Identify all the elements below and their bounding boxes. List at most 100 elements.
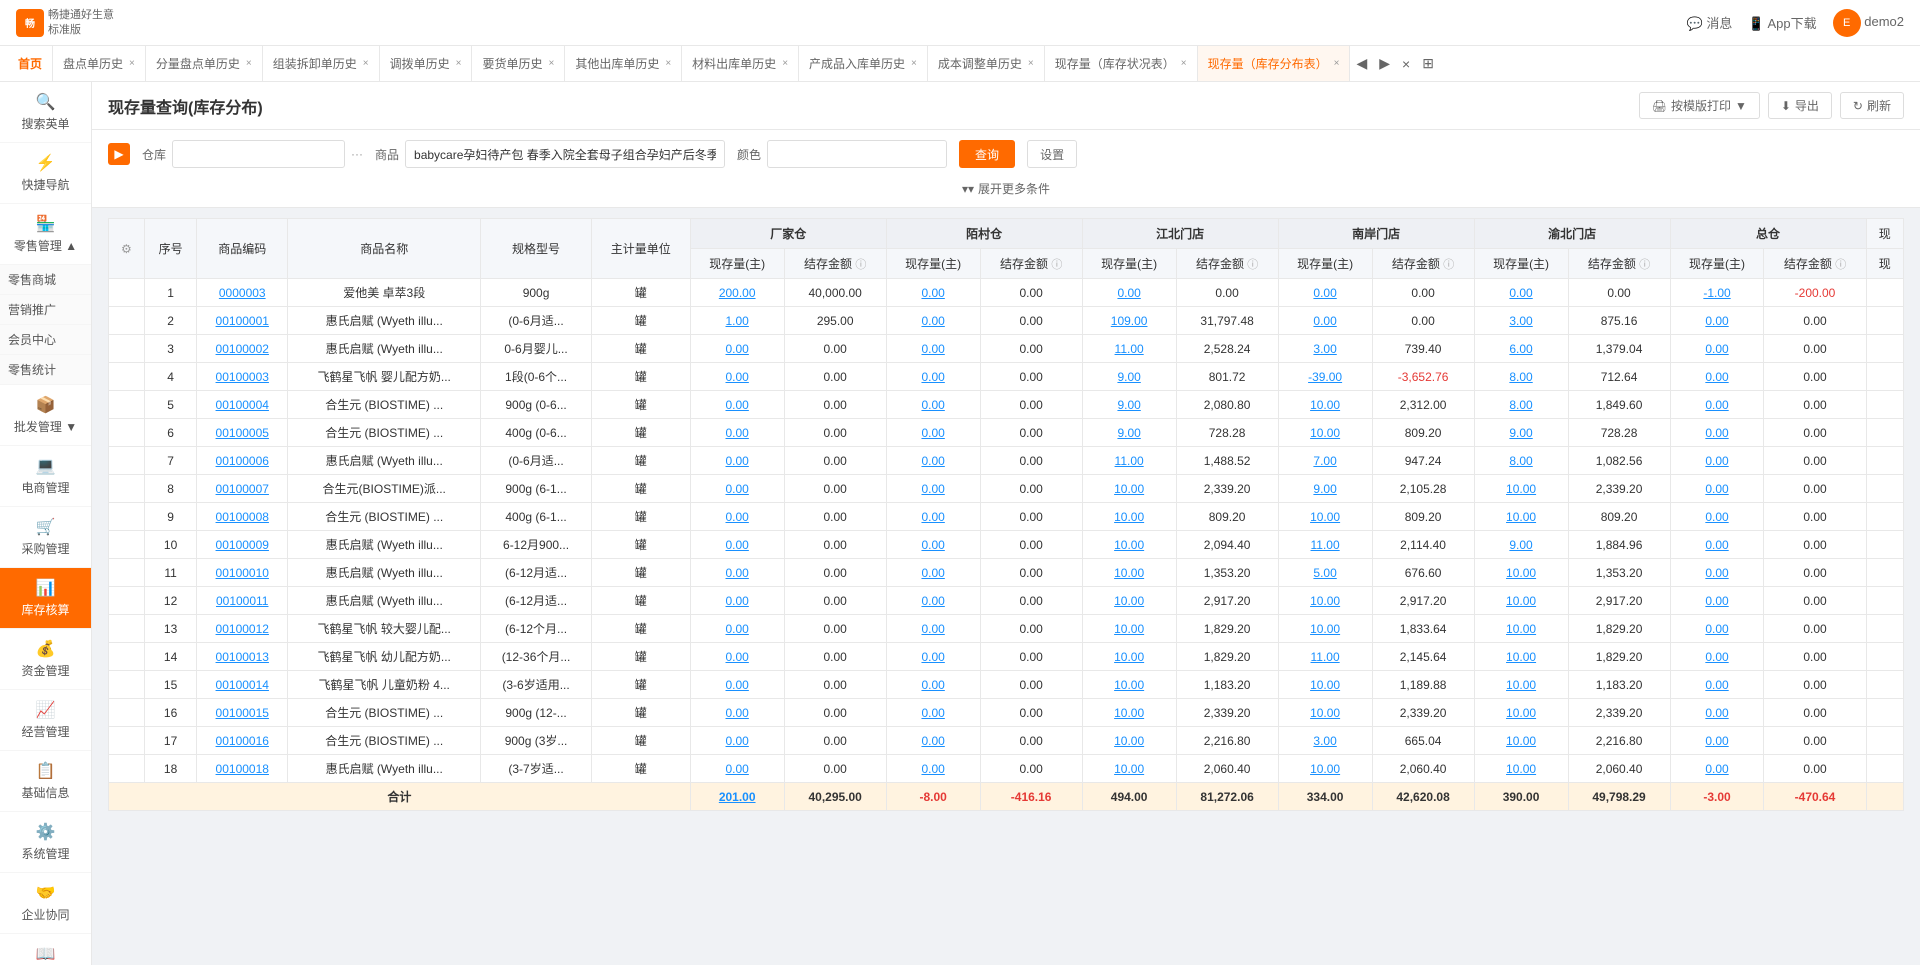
sidebar-sub-retail-store[interactable]: 零售商城 xyxy=(0,265,91,295)
cell-t-qty[interactable]: -1.00 xyxy=(1670,279,1764,307)
cell-code[interactable]: 00100002 xyxy=(197,335,288,363)
cell-f-qty[interactable]: 0.00 xyxy=(690,391,784,419)
cell-code[interactable]: 00100012 xyxy=(197,615,288,643)
cell-na-qty[interactable]: 10.00 xyxy=(1278,671,1372,699)
cell-m-qty[interactable]: 0.00 xyxy=(886,671,980,699)
btn-print[interactable]: 🖨 按模版打印 ▼ xyxy=(1639,92,1760,119)
cell-code[interactable]: 00100003 xyxy=(197,363,288,391)
cell-yb-qty[interactable]: 10.00 xyxy=(1474,699,1568,727)
cell-t-qty[interactable]: 0.00 xyxy=(1670,419,1764,447)
tab-current-stock-dist[interactable]: 现存量（库存分布表） × xyxy=(1198,46,1351,82)
cell-t-qty[interactable]: 0.00 xyxy=(1670,699,1764,727)
cell-m-qty[interactable]: 0.00 xyxy=(886,615,980,643)
cell-m-qty[interactable]: 0.00 xyxy=(886,307,980,335)
filter-toggle-btn[interactable]: ▶ xyxy=(108,143,130,165)
cell-jb-qty[interactable]: 9.00 xyxy=(1082,419,1176,447)
cell-code[interactable]: 00100013 xyxy=(197,643,288,671)
cell-f-qty[interactable]: 0.00 xyxy=(690,475,784,503)
cell-na-qty[interactable]: 3.00 xyxy=(1278,727,1372,755)
sidebar-item-retail-mgmt[interactable]: 🏪 零售管理 ▲ xyxy=(0,204,91,265)
app-download-btn[interactable]: 📱 App下载 xyxy=(1748,13,1816,32)
cell-yb-qty[interactable]: 10.00 xyxy=(1474,503,1568,531)
cell-yb-qty[interactable]: 10.00 xyxy=(1474,671,1568,699)
cell-na-qty[interactable]: 9.00 xyxy=(1278,475,1372,503)
cell-t-qty[interactable]: 0.00 xyxy=(1670,615,1764,643)
close-tab-current-stock-dist[interactable]: × xyxy=(1334,58,1340,69)
btn-export[interactable]: ⬇ 导出 xyxy=(1768,92,1832,119)
cell-na-qty[interactable]: 10.00 xyxy=(1278,419,1372,447)
cell-f-qty[interactable]: 200.00 xyxy=(690,279,784,307)
cell-yb-qty[interactable]: 10.00 xyxy=(1474,475,1568,503)
tab-home[interactable]: 首页 xyxy=(8,46,53,82)
cell-m-qty[interactable]: 0.00 xyxy=(886,503,980,531)
cell-jb-qty[interactable]: 10.00 xyxy=(1082,615,1176,643)
cell-yb-qty[interactable]: 10.00 xyxy=(1474,643,1568,671)
th-settings[interactable]: ⚙ xyxy=(109,219,145,279)
cell-jb-qty[interactable]: 10.00 xyxy=(1082,531,1176,559)
cell-na-qty[interactable]: 0.00 xyxy=(1278,307,1372,335)
cell-na-qty[interactable]: 11.00 xyxy=(1278,643,1372,671)
cell-m-qty[interactable]: 0.00 xyxy=(886,279,980,307)
cell-f-qty[interactable]: 0.00 xyxy=(690,335,784,363)
cell-f-qty[interactable]: 0.00 xyxy=(690,587,784,615)
sidebar-sub-marketing[interactable]: 营销推广 xyxy=(0,295,91,325)
cell-t-qty[interactable]: 0.00 xyxy=(1670,755,1764,783)
cell-jb-qty[interactable]: 9.00 xyxy=(1082,391,1176,419)
sidebar-item-basics[interactable]: 📋 基础信息 xyxy=(0,751,91,812)
sidebar-item-guide[interactable]: 📖 新手引导 xyxy=(0,934,91,965)
cell-f-qty[interactable]: 0.00 xyxy=(690,727,784,755)
cell-m-qty[interactable]: 0.00 xyxy=(886,335,980,363)
cell-f-qty[interactable]: 1.00 xyxy=(690,307,784,335)
close-tab-stock-single[interactable]: × xyxy=(129,58,135,69)
cell-yb-qty[interactable]: 10.00 xyxy=(1474,727,1568,755)
cell-code[interactable]: 00100005 xyxy=(197,419,288,447)
cell-m-qty[interactable]: 0.00 xyxy=(886,447,980,475)
warehouse-ellipsis[interactable]: ··· xyxy=(351,147,363,161)
cell-code[interactable]: 00100018 xyxy=(197,755,288,783)
cell-jb-qty[interactable]: 10.00 xyxy=(1082,727,1176,755)
cell-f-qty[interactable]: 0.00 xyxy=(690,363,784,391)
cell-f-qty[interactable]: 0.00 xyxy=(690,643,784,671)
tab-cost-adjust[interactable]: 成本调整单历史 × xyxy=(928,46,1045,82)
warehouse-input[interactable] xyxy=(172,140,345,168)
sidebar-item-inventory[interactable]: 📊 库存核算 xyxy=(0,568,91,629)
cell-m-qty[interactable]: 0.00 xyxy=(886,419,980,447)
cell-f-qty[interactable]: 0.00 xyxy=(690,559,784,587)
cell-f-qty[interactable]: 0.00 xyxy=(690,447,784,475)
summary-total-qty[interactable]: -3.00 xyxy=(1670,783,1764,811)
cell-yb-qty[interactable]: 8.00 xyxy=(1474,447,1568,475)
cell-na-qty[interactable]: 10.00 xyxy=(1278,755,1372,783)
sidebar-item-finance[interactable]: 💰 资金管理 xyxy=(0,629,91,690)
tab-other-out[interactable]: 其他出库单历史 × xyxy=(565,46,682,82)
sidebar-item-system[interactable]: ⚙️ 系统管理 xyxy=(0,812,91,873)
tab-prev-btn[interactable]: ◀ xyxy=(1350,46,1373,82)
cell-code[interactable]: 00100010 xyxy=(197,559,288,587)
cell-jb-qty[interactable]: 109.00 xyxy=(1082,307,1176,335)
close-tab-product-in[interactable]: × xyxy=(911,58,917,69)
cell-t-qty[interactable]: 0.00 xyxy=(1670,727,1764,755)
cell-t-qty[interactable]: 0.00 xyxy=(1670,503,1764,531)
tab-split-stock[interactable]: 分量盘点单历史 × xyxy=(146,46,263,82)
sidebar-item-shortcut[interactable]: ⚡ 快捷导航 xyxy=(0,143,91,204)
cell-yb-qty[interactable]: 10.00 xyxy=(1474,587,1568,615)
close-tab-split-stock[interactable]: × xyxy=(246,58,252,69)
cell-f-qty[interactable]: 0.00 xyxy=(690,419,784,447)
cell-na-qty[interactable]: 10.00 xyxy=(1278,615,1372,643)
cell-m-qty[interactable]: 0.00 xyxy=(886,755,980,783)
btn-refresh[interactable]: ↻ 刷新 xyxy=(1840,92,1904,119)
sidebar-item-search[interactable]: 🔍 搜索英单 xyxy=(0,82,91,143)
cell-t-qty[interactable]: 0.00 xyxy=(1670,475,1764,503)
cell-yb-qty[interactable]: 10.00 xyxy=(1474,615,1568,643)
cell-m-qty[interactable]: 0.00 xyxy=(886,559,980,587)
cell-na-qty[interactable]: 0.00 xyxy=(1278,279,1372,307)
cell-na-qty[interactable]: 3.00 xyxy=(1278,335,1372,363)
summary-nanan-qty[interactable]: 334.00 xyxy=(1278,783,1372,811)
sidebar-sub-retail-stats[interactable]: 零售统计 xyxy=(0,355,91,385)
cell-na-qty[interactable]: 10.00 xyxy=(1278,503,1372,531)
sidebar-sub-member[interactable]: 会员中心 xyxy=(0,325,91,355)
cell-yb-qty[interactable]: 8.00 xyxy=(1474,391,1568,419)
tab-more-btn[interactable]: ⊞ xyxy=(1416,46,1440,82)
cell-t-qty[interactable]: 0.00 xyxy=(1670,447,1764,475)
color-input[interactable] xyxy=(767,140,947,168)
cell-t-qty[interactable]: 0.00 xyxy=(1670,307,1764,335)
